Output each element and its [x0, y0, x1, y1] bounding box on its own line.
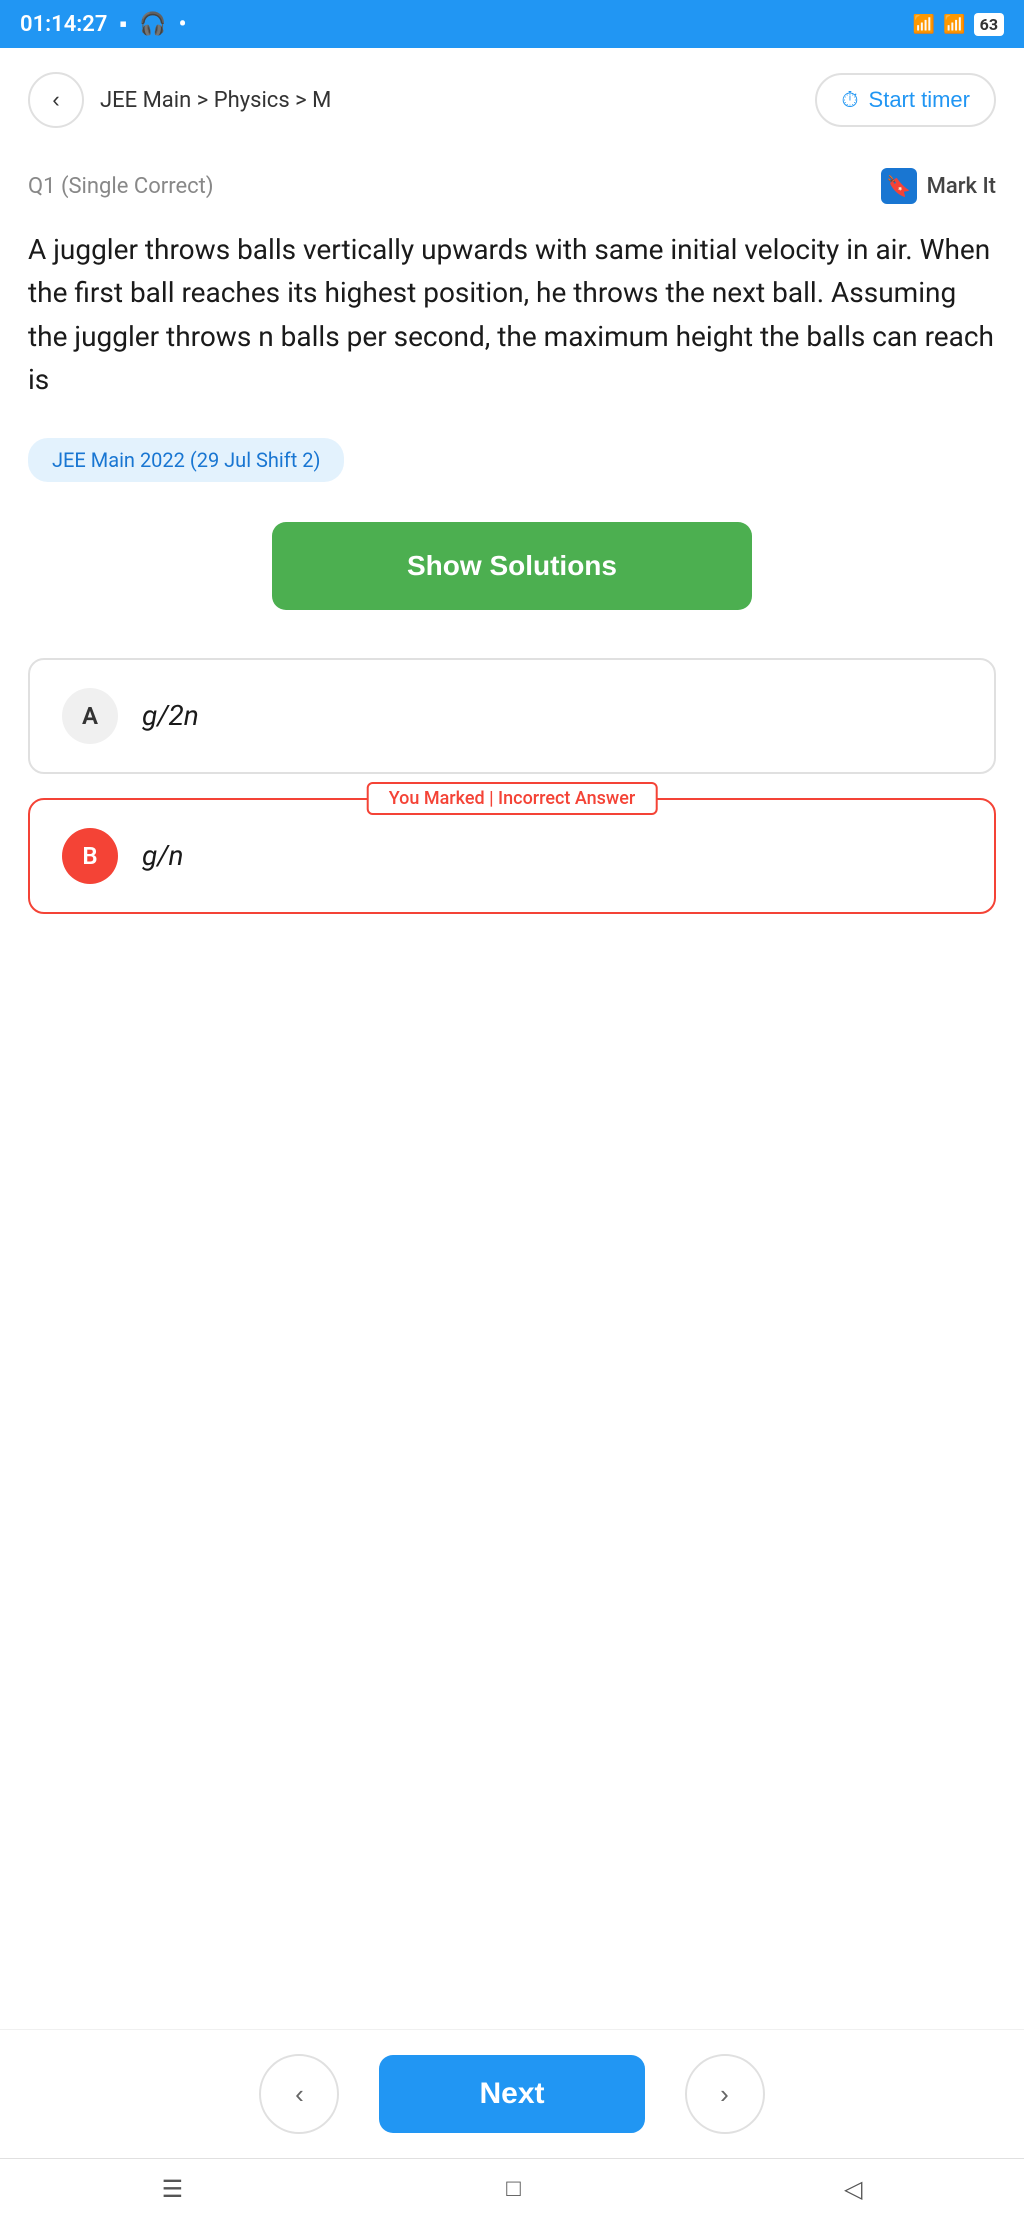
battery-display: 63 [974, 13, 1004, 36]
option-b-label: B [62, 828, 118, 884]
breadcrumb: JEE Main > Physics > M [100, 88, 799, 113]
option-a-label: A [62, 688, 118, 744]
question-text: A juggler throws balls vertically upward… [28, 228, 996, 402]
question-tag: JEE Main 2022 (29 Jul Shift 2) [28, 438, 344, 482]
option-a-text: g/2n [142, 699, 199, 732]
next-button[interactable]: Next [379, 2055, 644, 2133]
next-arrow-icon: › [720, 2079, 729, 2110]
option-b-card[interactable]: You Marked | Incorrect Answer B g/n [28, 798, 996, 914]
dot-icon: • [179, 12, 187, 37]
question-header: Q1 (Single Correct) 🔖 Mark It [28, 152, 996, 228]
back-button[interactable]: ‹ [28, 72, 84, 128]
home-icon[interactable]: □ [506, 2174, 521, 2203]
option-b-text: g/n [142, 839, 183, 872]
wifi-icon: 📶 [913, 14, 935, 35]
status-left: 01:14:27 ▪ 🎧 • [20, 11, 186, 37]
recording-icon: ▪ [119, 11, 127, 37]
mark-it-button[interactable]: 🔖 Mark It [881, 168, 996, 204]
bottom-nav: ‹ Next › [0, 2029, 1024, 2158]
nav-bar: ‹ JEE Main > Physics > M ⏱ Start timer [0, 48, 1024, 152]
time-display: 01:14:27 [20, 12, 107, 37]
start-timer-button[interactable]: ⏱ Start timer [815, 73, 996, 127]
back-icon: ‹ [52, 87, 59, 113]
clock-icon: ⏱ [841, 87, 858, 113]
system-nav: ☰ □ ◁ [0, 2158, 1024, 2218]
next-arrow-button[interactable]: › [685, 2054, 765, 2134]
mark-it-label: Mark It [927, 174, 996, 199]
question-label: Q1 (Single Correct) [28, 174, 214, 199]
content-area: Q1 (Single Correct) 🔖 Mark It A juggler … [0, 152, 1024, 1138]
prev-icon: ‹ [295, 2079, 304, 2110]
bookmark-icon: 🔖 [881, 168, 917, 204]
hamburger-icon[interactable]: ☰ [162, 2175, 184, 2203]
show-solutions-button[interactable]: Show Solutions [272, 522, 752, 610]
signal-icon: 📶 [943, 14, 965, 35]
system-back-icon[interactable]: ◁ [844, 2175, 862, 2203]
option-a-card[interactable]: A g/2n [28, 658, 996, 774]
start-timer-label: Start timer [869, 87, 970, 113]
status-bar: 01:14:27 ▪ 🎧 • 📶 📶 63 [0, 0, 1024, 48]
headset-icon: 🎧 [139, 12, 166, 37]
incorrect-badge: You Marked | Incorrect Answer [367, 782, 658, 815]
prev-button[interactable]: ‹ [259, 2054, 339, 2134]
status-right: 📶 📶 63 [913, 13, 1004, 36]
